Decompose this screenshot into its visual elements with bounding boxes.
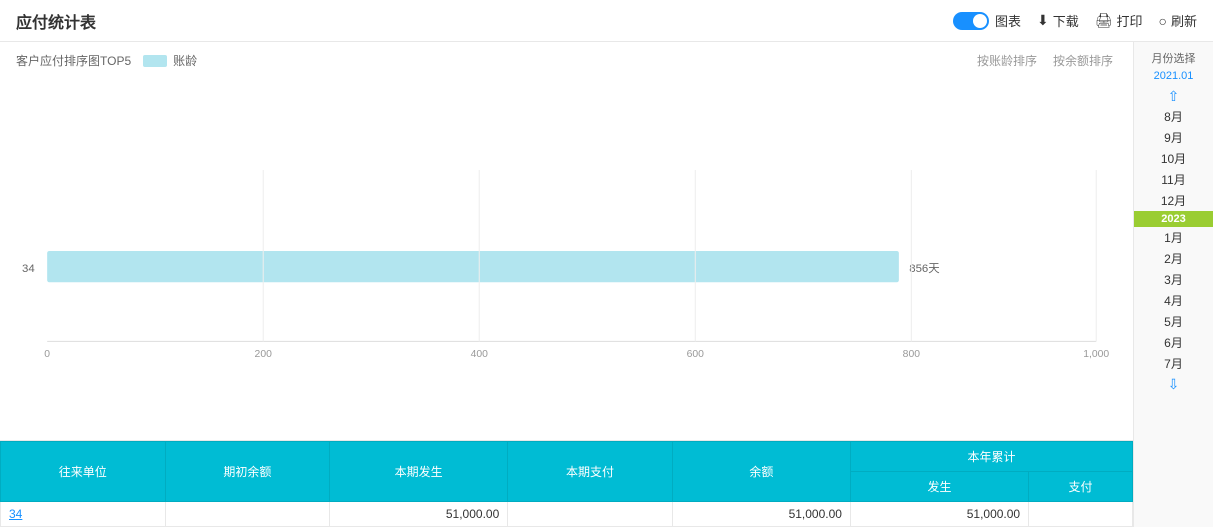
download-icon: ⬇ xyxy=(1037,12,1049,29)
svg-text:200: 200 xyxy=(255,349,273,360)
sidebar-month-10[interactable]: 10月 xyxy=(1134,148,1213,169)
sidebar-month-12[interactable]: 12月 xyxy=(1134,190,1213,211)
chart-y-label: 34 xyxy=(22,263,35,275)
sort-by-amount-button[interactable]: 按账龄排序 xyxy=(973,50,1041,71)
chart-bar xyxy=(47,251,899,282)
sidebar-up-button[interactable]: ⇧ xyxy=(1164,86,1184,106)
sidebar-year-marker: 2023 xyxy=(1134,211,1213,227)
svg-text:800: 800 xyxy=(903,349,921,360)
main-content: 客户应付排序图TOP5 账龄 按账龄排序 按余额排序 34 xyxy=(0,42,1213,527)
refresh-label: 刷新 xyxy=(1171,11,1197,30)
legend-age-label: 账龄 xyxy=(173,52,197,69)
sidebar-month-5[interactable]: 5月 xyxy=(1134,311,1213,332)
data-table: 往来单位 期初余额 本期发生 本期支付 余额 本年累计 发生 支付 xyxy=(0,441,1133,527)
download-label: 下载 xyxy=(1053,11,1079,30)
sidebar-title: 月份选择 xyxy=(1152,50,1196,66)
chart-wrapper: 34 856天 0 200 400 600 800 1,000 xyxy=(0,79,1133,440)
cell-ytd-occurrence: 51,000.00 xyxy=(850,502,1028,527)
chart-header: 客户应付排序图TOP5 账龄 按账龄排序 按余额排序 xyxy=(0,42,1133,79)
table-section: 往来单位 期初余额 本期发生 本期支付 余额 本年累计 发生 支付 xyxy=(0,440,1133,527)
chart-toggle-wrap[interactable]: 图表 xyxy=(953,11,1021,30)
print-label: 打印 xyxy=(1117,11,1143,30)
print-icon: 🖨 xyxy=(1095,12,1113,29)
chart-sort-buttons: 按账龄排序 按余额排序 xyxy=(973,50,1117,71)
sidebar-month-11[interactable]: 11月 xyxy=(1134,169,1213,190)
legend-age-color xyxy=(143,55,167,67)
sidebar-month-9[interactable]: 9月 xyxy=(1134,127,1213,148)
svg-text:0: 0 xyxy=(44,349,50,360)
chart-svg: 34 856天 0 200 400 600 800 1,000 xyxy=(16,87,1117,440)
cell-opening-balance xyxy=(165,502,330,527)
print-button[interactable]: 🖨 打印 xyxy=(1095,11,1143,30)
legend-item-age: 账龄 xyxy=(143,52,197,69)
sidebar-month-2[interactable]: 2月 xyxy=(1134,248,1213,269)
col-header-current-payment: 本期支付 xyxy=(508,442,673,502)
chart-section: 客户应付排序图TOP5 账龄 按账龄排序 按余额排序 34 xyxy=(0,42,1133,527)
cell-current-payment xyxy=(508,502,673,527)
chart-bar-value: 856天 xyxy=(909,263,940,275)
sidebar: 月份选择 2021.01 ⇧ 8月 9月 10月 11月 12月 2023 1月… xyxy=(1133,42,1213,527)
header: 应付统计表 图表 ⬇ 下载 🖨 打印 ○ 刷新 xyxy=(0,0,1213,42)
header-actions: 图表 ⬇ 下载 🖨 打印 ○ 刷新 xyxy=(953,11,1197,30)
cell-current-occurrence: 51,000.00 xyxy=(330,502,508,527)
chart-toggle[interactable] xyxy=(953,12,989,30)
sidebar-month-6[interactable]: 6月 xyxy=(1134,332,1213,353)
col-header-source-unit: 往来单位 xyxy=(1,442,166,502)
sidebar-month-1[interactable]: 1月 xyxy=(1134,227,1213,248)
app-container: 应付统计表 图表 ⬇ 下载 🖨 打印 ○ 刷新 xyxy=(0,0,1213,527)
col-header-opening-balance: 期初余额 xyxy=(165,442,330,502)
svg-text:1,000: 1,000 xyxy=(1083,349,1109,360)
refresh-icon: ○ xyxy=(1159,13,1167,29)
table-row: 34 51,000.00 51,000.00 51,000.00 xyxy=(1,502,1133,527)
sort-by-balance-button[interactable]: 按余额排序 xyxy=(1049,50,1117,71)
svg-text:600: 600 xyxy=(687,349,705,360)
sidebar-month-8[interactable]: 8月 xyxy=(1134,106,1213,127)
refresh-button[interactable]: ○ 刷新 xyxy=(1159,11,1197,30)
sidebar-month-3[interactable]: 3月 xyxy=(1134,269,1213,290)
table-header-row: 往来单位 期初余额 本期发生 本期支付 余额 本年累计 xyxy=(1,442,1133,472)
col-header-ytd-payment: 支付 xyxy=(1029,472,1133,502)
chart-legend: 客户应付排序图TOP5 账龄 xyxy=(16,52,197,69)
sidebar-month-4[interactable]: 4月 xyxy=(1134,290,1213,311)
page-title: 应付统计表 xyxy=(16,9,96,33)
svg-text:400: 400 xyxy=(471,349,489,360)
col-header-ytd-occurrence: 发生 xyxy=(850,472,1028,502)
legend-item-top5: 客户应付排序图TOP5 xyxy=(16,52,131,69)
cell-ytd-payment xyxy=(1029,502,1133,527)
sidebar-current-period[interactable]: 2021.01 xyxy=(1154,70,1194,82)
download-button[interactable]: ⬇ 下载 xyxy=(1037,11,1079,30)
sidebar-month-7[interactable]: 7月 xyxy=(1134,353,1213,374)
col-header-ytd: 本年累计 xyxy=(850,442,1132,472)
chart-toggle-label: 图表 xyxy=(995,11,1021,30)
legend-top5-label: 客户应付排序图TOP5 xyxy=(16,52,131,69)
cell-unit: 34 xyxy=(1,502,166,527)
col-header-current-occurrence: 本期发生 xyxy=(330,442,508,502)
sidebar-down-button[interactable]: ⇩ xyxy=(1164,374,1184,394)
cell-balance: 51,000.00 xyxy=(672,502,850,527)
unit-link[interactable]: 34 xyxy=(9,507,22,521)
col-header-balance: 余额 xyxy=(672,442,850,502)
